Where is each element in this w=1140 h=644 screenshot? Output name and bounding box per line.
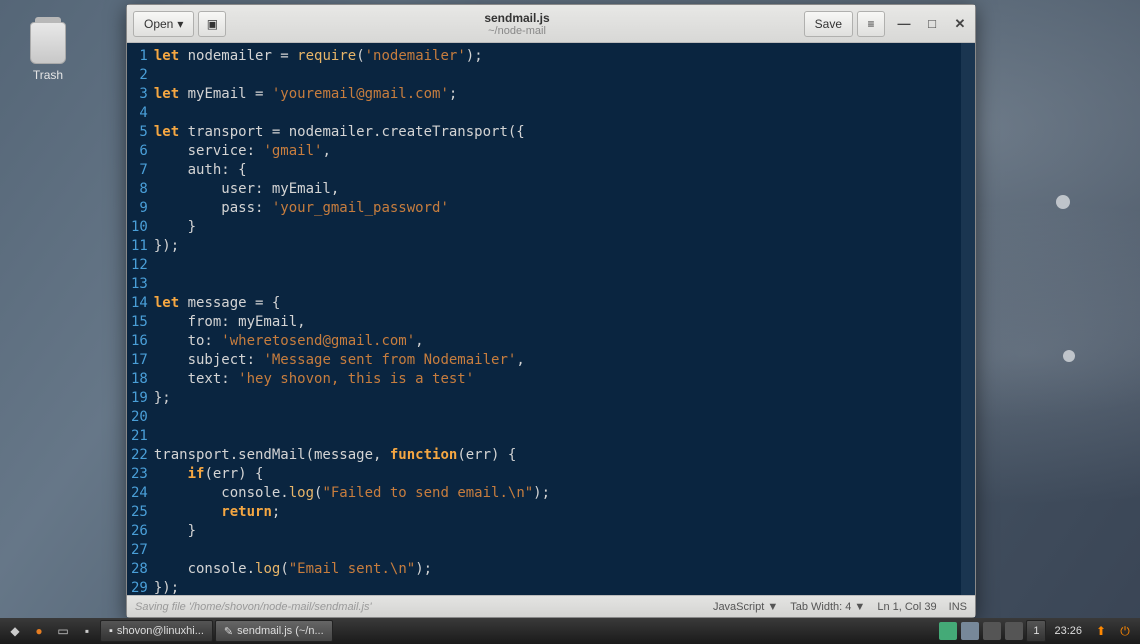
editor-window: Open ▾ ▣ sendmail.js ~/node-mail Save ≡ … (126, 4, 976, 618)
terminal-launcher-icon[interactable]: ▪ (76, 620, 98, 642)
taskbar-terminal[interactable]: ▪ shovon@linuxhi... (100, 620, 213, 642)
taskbar: ◆ ● ▭ ▪ ▪ shovon@linuxhi... ✎ sendmail.j… (0, 618, 1140, 644)
line-gutter: 1234567891011121314151617181920212223242… (127, 43, 154, 595)
open-button[interactable]: Open ▾ (133, 11, 194, 37)
tray-network-icon[interactable] (983, 622, 1001, 640)
trash-desktop-icon[interactable]: Trash (30, 22, 66, 82)
new-doc-icon: ▣ (207, 17, 218, 31)
new-document-button[interactable]: ▣ (198, 11, 226, 37)
tray-volume-icon[interactable] (1005, 622, 1023, 640)
statusbar: Saving file '/home/shovon/node-mail/send… (127, 595, 975, 617)
close-button[interactable]: ✕ (951, 15, 969, 33)
firefox-icon[interactable]: ● (28, 620, 50, 642)
menu-icon[interactable]: ◆ (4, 620, 26, 642)
taskbar-terminal-label: shovon@linuxhi... (117, 625, 204, 637)
subtitle-text: ~/node-mail (230, 25, 803, 37)
code-area[interactable]: let nodemailer = require('nodemailer'); … (154, 43, 975, 595)
tab-width-selector[interactable]: Tab Width: 4 ▼ (790, 601, 865, 613)
updates-icon[interactable]: ⬆ (1090, 620, 1112, 642)
taskbar-editor[interactable]: ✎ sendmail.js (~/n... (215, 620, 333, 642)
minimize-button[interactable]: — (895, 15, 913, 33)
trash-label: Trash (30, 68, 66, 82)
tray-icon-2[interactable] (961, 622, 979, 640)
editor-body[interactable]: 1234567891011121314151617181920212223242… (127, 43, 975, 595)
power-icon[interactable]: ⏻ (1114, 620, 1136, 642)
chevron-down-icon: ▾ (177, 17, 183, 31)
vertical-scrollbar[interactable] (961, 43, 975, 595)
tray-icon-1[interactable] (939, 622, 957, 640)
save-label: Save (815, 17, 842, 31)
status-message: Saving file '/home/shovon/node-mail/send… (135, 601, 372, 613)
open-label: Open (144, 17, 173, 31)
terminal-icon: ▪ (109, 625, 113, 637)
title-text: sendmail.js (484, 11, 549, 25)
workspace-indicator[interactable]: 1 (1026, 620, 1046, 642)
cursor-position: Ln 1, Col 39 (877, 601, 936, 613)
maximize-button[interactable]: □ (923, 15, 941, 33)
taskbar-editor-label: sendmail.js (~/n... (237, 625, 324, 637)
files-icon[interactable]: ▭ (52, 620, 74, 642)
save-button[interactable]: Save (804, 11, 853, 37)
insert-mode[interactable]: INS (949, 601, 967, 613)
editor-icon: ✎ (224, 625, 233, 638)
trash-bin-icon (30, 22, 66, 64)
clock[interactable]: 23:26 (1048, 625, 1088, 637)
window-title: sendmail.js ~/node-mail (230, 11, 803, 37)
language-selector[interactable]: JavaScript ▼ (713, 601, 778, 613)
titlebar: Open ▾ ▣ sendmail.js ~/node-mail Save ≡ … (127, 5, 975, 43)
hamburger-menu-button[interactable]: ≡ (857, 11, 885, 37)
hamburger-icon: ≡ (867, 17, 874, 31)
